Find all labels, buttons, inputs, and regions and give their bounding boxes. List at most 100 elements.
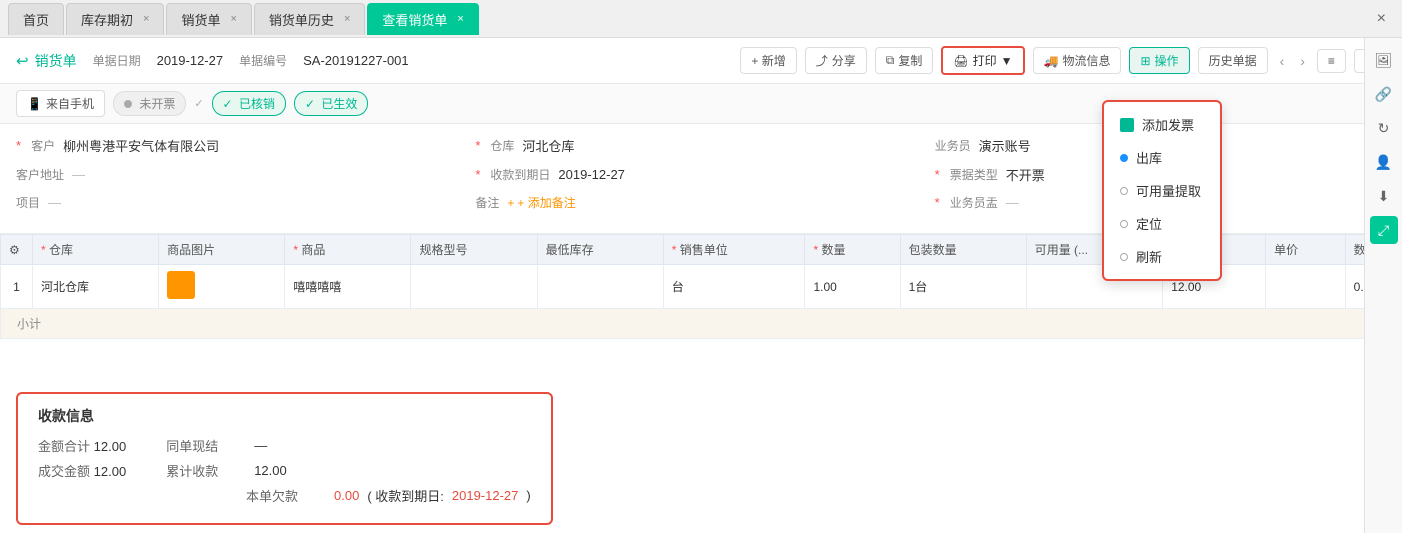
- new-button[interactable]: + 新增: [740, 47, 796, 74]
- amount-total-item: 金额合计 12.00: [38, 436, 126, 455]
- not-open-badge[interactable]: 未开票: [113, 91, 186, 116]
- share-button[interactable]: ⤴ 分享: [805, 47, 867, 74]
- subtotal-row: 小计: [1, 309, 1402, 339]
- right-sidebar: 🖼 🔗 ↻ 👤 ⬇ ⤢: [1364, 38, 1402, 533]
- confirmed-label: 已核销: [239, 97, 275, 111]
- address-label: 客户地址: [16, 166, 64, 183]
- confirmed-badge[interactable]: ✓ 已核销: [212, 91, 286, 116]
- payment-info-box: 收款信息 金额合计 12.00 同单现结 — 成交金额 12.00 累计收款: [16, 392, 553, 525]
- col-qty: * 数量: [805, 235, 900, 265]
- row-product: 嘻嘻嘻嘻: [285, 265, 411, 309]
- print-button[interactable]: 🖨 打印 ▼: [941, 46, 1024, 75]
- row-image: [159, 265, 285, 309]
- confirm-icon: ✓: [194, 97, 203, 110]
- nav-next[interactable]: ›: [1296, 51, 1309, 71]
- add-note-button[interactable]: + + 添加备注: [507, 194, 575, 211]
- col-warehouse: * 仓库: [33, 235, 159, 265]
- window-close-button[interactable]: ×: [1369, 10, 1394, 28]
- copy-icon: ⧉: [886, 53, 895, 68]
- tab-view-sales-close[interactable]: ×: [457, 13, 463, 25]
- col-unit: * 销售单位: [663, 235, 805, 265]
- no-value: SA-20191227-001: [303, 53, 409, 68]
- tab-view-sales-label: 查看销货单: [382, 10, 447, 29]
- outbound-label: 出库: [1136, 148, 1162, 167]
- tab-sales-label: 销货单: [181, 10, 220, 29]
- transaction-value: 12.00: [94, 464, 127, 479]
- tab-sales-history[interactable]: 销货单历史 ×: [254, 3, 365, 35]
- customer-field: * 客户 柳州粤港平安气体有限公司: [16, 136, 467, 155]
- main-content: ↩ 销货单 单据日期 2019-12-27 单据编号 SA-20191227-0…: [0, 38, 1402, 533]
- locate-item[interactable]: 定位: [1104, 207, 1220, 240]
- address-value: —: [72, 167, 85, 182]
- tab-sales-close[interactable]: ×: [230, 13, 236, 25]
- col-min-stock: 最低库存: [537, 235, 663, 265]
- row-warehouse: 河北仓库: [33, 265, 159, 309]
- tab-view-sales[interactable]: 查看销货单 ×: [367, 3, 478, 35]
- refresh-icon: [1120, 253, 1128, 261]
- copy-button[interactable]: ⧉ 复制: [875, 47, 934, 74]
- date-value: 2019-12-27: [157, 53, 224, 68]
- arrears-value: 0.00: [334, 488, 359, 503]
- tab-sales[interactable]: 销货单 ×: [166, 3, 251, 35]
- tab-inventory[interactable]: 库存期初 ×: [66, 3, 164, 35]
- sidebar-link-icon[interactable]: 🔗: [1370, 80, 1398, 108]
- invoice-value: 不开票: [1006, 165, 1045, 184]
- tab-home[interactable]: 首页: [8, 3, 64, 35]
- transaction-label: 成交金额: [38, 464, 90, 479]
- operations-button[interactable]: ⊞ 操作: [1129, 47, 1189, 74]
- staff-value: 演示账号: [979, 136, 1031, 155]
- project-label: 项目: [16, 194, 40, 211]
- sidebar-download-icon[interactable]: ⬇: [1370, 182, 1398, 210]
- effective-icon: ✓: [305, 97, 315, 111]
- due-date-field: * 收款到期日 2019-12-27: [475, 166, 926, 183]
- due-date: 2019-12-27: [452, 488, 519, 503]
- list-view-button[interactable]: ≡: [1317, 49, 1346, 73]
- due-close: ): [526, 488, 530, 503]
- logistics-button[interactable]: 🚚 物流信息: [1033, 47, 1122, 74]
- sidebar-image-icon[interactable]: 🖼: [1370, 46, 1398, 74]
- print-icon: 🖨: [953, 54, 968, 68]
- payment-row-3: 本单欠款 0.00 ( 收款到期日: 2019-12-27 ): [38, 486, 531, 505]
- tab-inventory-close[interactable]: ×: [143, 13, 149, 25]
- warehouse-field: * 仓库 河北仓库: [475, 136, 926, 155]
- project-field: 项目 —: [16, 194, 467, 211]
- tab-sales-history-close[interactable]: ×: [344, 13, 350, 25]
- add-invoice-label: 添加发票: [1142, 115, 1194, 134]
- add-invoice-item[interactable]: 添加发票: [1104, 108, 1220, 141]
- row-spec: [411, 265, 537, 309]
- history-button[interactable]: 历史单据: [1198, 47, 1268, 74]
- col-settings[interactable]: ⚙: [1, 235, 33, 265]
- same-order-label: 同单现结: [166, 436, 246, 455]
- due-date-required: *: [475, 167, 480, 182]
- refresh-item[interactable]: 刷新: [1104, 240, 1220, 273]
- row-num: 1: [1, 265, 33, 309]
- same-order-value: —: [254, 438, 267, 453]
- share-label: 分享: [832, 52, 856, 69]
- same-order-item: 同单现结 —: [166, 436, 267, 455]
- form-actions: + 新增 ⤴ 分享 ⧉ 复制 🖨 打印 ▼ 🚚 物流信息 ⊞ 操作: [740, 46, 1386, 75]
- no-label: 单据编号: [239, 52, 287, 69]
- sidebar-refresh-icon[interactable]: ↻: [1370, 114, 1398, 142]
- outbound-item[interactable]: 出库: [1104, 141, 1220, 174]
- not-open-label: 未开票: [139, 97, 175, 111]
- due-note: ( 收款到期日:: [367, 486, 444, 505]
- locate-icon: [1120, 220, 1128, 228]
- refresh-label: 刷新: [1136, 247, 1162, 266]
- note-field: 备注 + + 添加备注: [475, 194, 926, 211]
- product-image: [167, 271, 195, 299]
- sidebar-user-icon[interactable]: 👤: [1370, 148, 1398, 176]
- staff-label: 业务员: [935, 137, 971, 154]
- sidebar-expand-icon[interactable]: ⤢: [1370, 216, 1398, 244]
- amount-total-value: 12.00: [94, 439, 127, 454]
- col-image: 商品图片: [159, 235, 285, 265]
- warehouse-label: 仓库: [490, 137, 514, 154]
- salesperson-value: —: [1006, 195, 1019, 210]
- phone-icon: 📱: [27, 97, 42, 111]
- subtotal-label: 小计: [1, 309, 1402, 339]
- due-date-label: 收款到期日: [490, 166, 550, 183]
- from-phone-button[interactable]: 📱 来自手机: [16, 90, 105, 117]
- salesperson-required: *: [935, 195, 940, 210]
- nav-prev[interactable]: ‹: [1276, 51, 1289, 71]
- effective-badge[interactable]: ✓ 已生效: [294, 91, 368, 116]
- available-qty-item[interactable]: 可用量提取: [1104, 174, 1220, 207]
